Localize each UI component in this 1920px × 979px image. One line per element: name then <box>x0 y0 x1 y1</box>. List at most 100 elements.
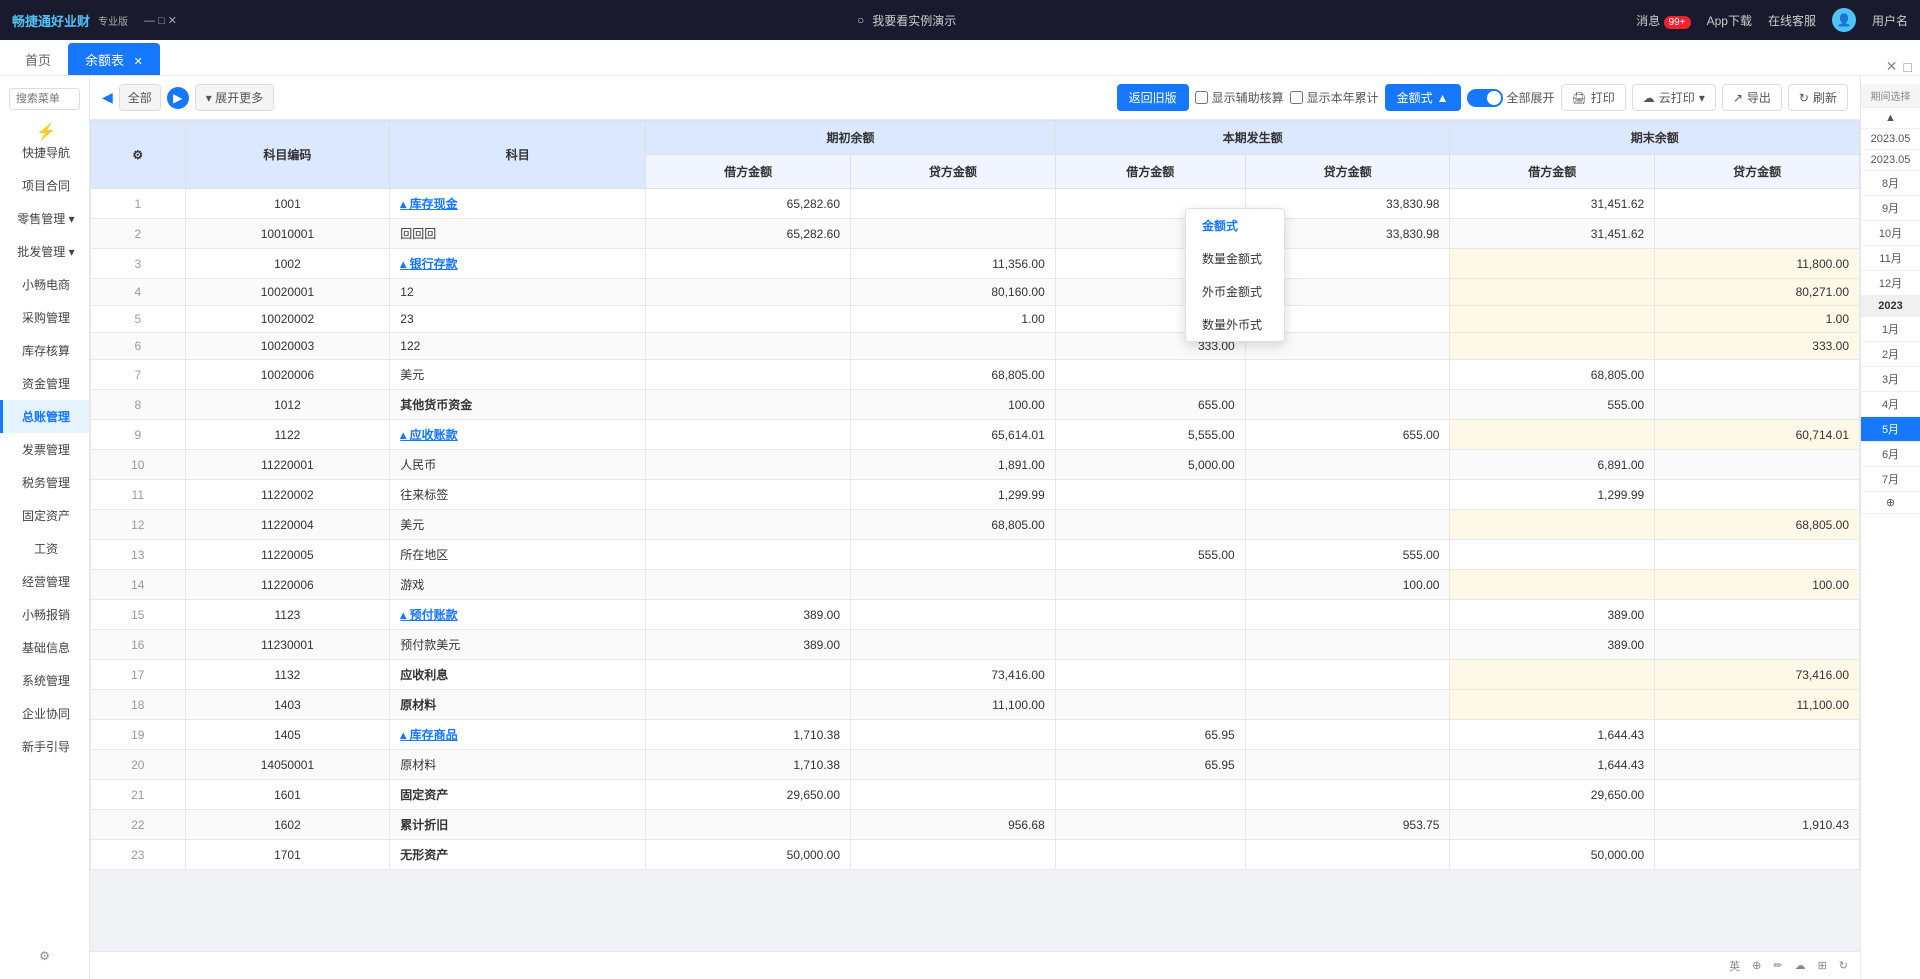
status-lang[interactable]: 英 <box>1729 958 1740 974</box>
nav-left-btn[interactable]: ◀ <box>102 89 113 106</box>
sidebar-item-ecommerce[interactable]: 小畅电商 <box>0 268 89 301</box>
period-item-1m[interactable]: 1月 <box>1861 317 1920 342</box>
sidebar-item-guide[interactable]: 新手引导 <box>0 730 89 763</box>
table-row[interactable]: 22 1602 累计折旧 956.68 953.75 1,910.43 <box>91 810 1860 840</box>
nav-right-btn[interactable]: ▶ <box>167 87 189 109</box>
row-subject[interactable]: ▴ 库存商品 <box>390 720 646 750</box>
period-item-9[interactable]: 9月 <box>1861 196 1920 221</box>
sidebar-item-payroll[interactable]: 工资 <box>0 532 89 565</box>
table-row[interactable]: 16 11230001 预付款美元 389.00 389.00 <box>91 630 1860 660</box>
export-btn[interactable]: ↗ 导出 <box>1722 84 1782 111</box>
table-row[interactable]: 21 1601 固定资产 29,650.00 29,650.00 <box>91 780 1860 810</box>
period-item-11[interactable]: 11月 <box>1861 246 1920 271</box>
table-row[interactable]: 17 1132 应收利息 73,416.00 73,416.00 <box>91 660 1860 690</box>
period-expand-btn[interactable]: ⊕ <box>1861 492 1920 514</box>
sidebar-item-invoice[interactable]: 发票管理 <box>0 433 89 466</box>
show-annual-label[interactable]: 显示本年累计 <box>1290 89 1379 106</box>
sidebar-item-ledger[interactable]: 总账管理 <box>0 400 89 433</box>
row-subject[interactable]: ▴ 库存现金 <box>390 189 646 219</box>
table-row[interactable]: 5 10020002 23 1.00 1.00 <box>91 306 1860 333</box>
period-item-1[interactable]: 2023.05 <box>1861 129 1920 150</box>
table-row[interactable]: 4 10020001 12 80,160.00 111.00 80,271.00 <box>91 279 1860 306</box>
sidebar-item-tax[interactable]: 税务管理 <box>0 466 89 499</box>
status-plus-icon[interactable]: ⊕ <box>1752 959 1761 972</box>
table-row[interactable]: 20 14050001 原材料 1,710.38 65.95 1,644.43 <box>91 750 1860 780</box>
table-row[interactable]: 3 1002 ▴ 银行存款 11,356.00 444.00 11,800.00 <box>91 249 1860 279</box>
messages-btn[interactable]: 消息 99+ <box>1636 12 1690 29</box>
period-item-5m[interactable]: 5月 <box>1861 417 1920 442</box>
period-item-3m[interactable]: 3月 <box>1861 367 1920 392</box>
tab-home[interactable]: 首页 <box>8 43 68 75</box>
sidebar-item-capital[interactable]: 资金管理 <box>0 367 89 400</box>
sidebar-item-inventory[interactable]: 库存核算 <box>0 334 89 367</box>
mode-option-qty-amount[interactable]: 数量金额式 <box>1186 242 1284 275</box>
full-expand-toggle[interactable]: 全部展开 <box>1467 89 1555 107</box>
tab-maximize-btn[interactable]: □ <box>1904 59 1912 75</box>
mode-dropdown-btn[interactable]: 金额式 ▲ <box>1385 84 1461 111</box>
status-edit-icon[interactable]: ✏ <box>1773 959 1782 972</box>
status-cloud-icon[interactable]: ☁ <box>1795 959 1806 972</box>
table-row[interactable]: 11 11220002 往来标签 1,299.99 1,299.99 <box>91 480 1860 510</box>
cloud-print-btn[interactable]: ☁ 云打印 ▾ <box>1632 84 1716 111</box>
tab-balance-close[interactable]: ✕ <box>134 56 143 68</box>
mode-option-foreign[interactable]: 外币金额式 <box>1186 275 1284 308</box>
period-item-2[interactable]: 2023.05 <box>1861 150 1920 171</box>
toggle-track[interactable] <box>1467 89 1503 107</box>
tab-close-btn[interactable]: ✕ <box>1886 58 1898 75</box>
table-row[interactable]: 9 1122 ▴ 应收账款 65,614.01 5,555.00 655.00 … <box>91 420 1860 450</box>
mode-option-amount[interactable]: 金额式 <box>1186 209 1284 242</box>
show-annual-checkbox[interactable] <box>1290 91 1303 104</box>
table-row[interactable]: 1 1001 ▴ 库存现金 65,282.60 33,830.98 31,451… <box>91 189 1860 219</box>
user-avatar[interactable]: 👤 <box>1832 8 1856 32</box>
table-row[interactable]: 2 10010001 回回回 65,282.60 33,830.98 31,45… <box>91 219 1860 249</box>
table-row[interactable]: 14 11220006 游戏 100.00 100.00 <box>91 570 1860 600</box>
sidebar-item-wholesale[interactable]: 批发管理 ▾ <box>0 235 89 268</box>
table-row[interactable]: 13 11220005 所在地区 555.00 555.00 <box>91 540 1860 570</box>
all-filter-btn[interactable]: 全部 <box>119 84 161 111</box>
table-row[interactable]: 12 11220004 美元 68,805.00 68,805.00 <box>91 510 1860 540</box>
sidebar-item-quick-nav[interactable]: ⚡ 快捷导航 <box>0 114 89 169</box>
sidebar-item-assets[interactable]: 固定资产 <box>0 499 89 532</box>
row-subject[interactable]: ▴ 应收账款 <box>390 420 646 450</box>
refresh-btn[interactable]: ↻ 刷新 <box>1788 84 1848 111</box>
app-download-btn[interactable]: App下载 <box>1707 12 1752 29</box>
table-row[interactable]: 8 1012 其他货币资金 100.00 655.00 555.00 <box>91 390 1860 420</box>
expand-more-btn[interactable]: ▾ 展开更多 <box>195 84 274 111</box>
table-row[interactable]: 7 10020006 美元 68,805.00 68,805.00 <box>91 360 1860 390</box>
show-auxiliary-label[interactable]: 显示辅助核算 <box>1195 89 1284 106</box>
period-item-7m[interactable]: 7月 <box>1861 467 1920 492</box>
period-collapse-btn[interactable]: ▲ <box>1861 108 1920 129</box>
table-row[interactable]: 19 1405 ▴ 库存商品 1,710.38 65.95 1,644.43 <box>91 720 1860 750</box>
sidebar-item-operations[interactable]: 经营管理 <box>0 565 89 598</box>
demo-link[interactable]: 我要看实例演示 <box>872 12 956 29</box>
sidebar-item-purchase[interactable]: 采购管理 <box>0 301 89 334</box>
sidebar-gear-btn[interactable]: ⚙ <box>31 941 58 971</box>
period-item-6m[interactable]: 6月 <box>1861 442 1920 467</box>
tab-balance[interactable]: 余额表 ✕ <box>68 43 160 75</box>
sidebar-item-project[interactable]: 项目合同 <box>0 169 89 202</box>
table-row[interactable]: 23 1701 无形资产 50,000.00 50,000.00 <box>91 840 1860 870</box>
period-item-12[interactable]: 12月 <box>1861 271 1920 296</box>
table-row[interactable]: 15 1123 ▴ 预付账款 389.00 389.00 <box>91 600 1860 630</box>
table-row[interactable]: 6 10020003 122 333.00 333.00 <box>91 333 1860 360</box>
table-row[interactable]: 10 11220001 人民币 1,891.00 5,000.00 6,891.… <box>91 450 1860 480</box>
mode-option-qty-foreign[interactable]: 数量外币式 <box>1186 308 1284 341</box>
period-item-8[interactable]: 8月 <box>1861 171 1920 196</box>
sidebar-item-retail[interactable]: 零售管理 ▾ <box>0 202 89 235</box>
status-grid-icon[interactable]: ⊞ <box>1818 959 1827 972</box>
period-item-year-2023[interactable]: 2023 <box>1861 296 1920 317</box>
online-service-btn[interactable]: 在线客服 <box>1768 12 1816 29</box>
sidebar-item-system[interactable]: 系统管理 <box>0 664 89 697</box>
show-auxiliary-checkbox[interactable] <box>1195 91 1208 104</box>
sidebar-item-sales-report[interactable]: 小畅报销 <box>0 598 89 631</box>
return-old-btn[interactable]: 返回旧版 <box>1117 84 1189 111</box>
sidebar-search-input[interactable] <box>9 88 80 110</box>
table-row[interactable]: 18 1403 原材料 11,100.00 11,100.00 <box>91 690 1860 720</box>
period-item-10[interactable]: 10月 <box>1861 221 1920 246</box>
row-subject[interactable]: ▴ 预付账款 <box>390 600 646 630</box>
period-item-4m[interactable]: 4月 <box>1861 392 1920 417</box>
status-refresh-icon[interactable]: ↻ <box>1839 959 1848 972</box>
th-settings[interactable]: ⚙ <box>91 121 186 189</box>
sidebar-item-basic[interactable]: 基础信息 <box>0 631 89 664</box>
row-subject[interactable]: ▴ 银行存款 <box>390 249 646 279</box>
